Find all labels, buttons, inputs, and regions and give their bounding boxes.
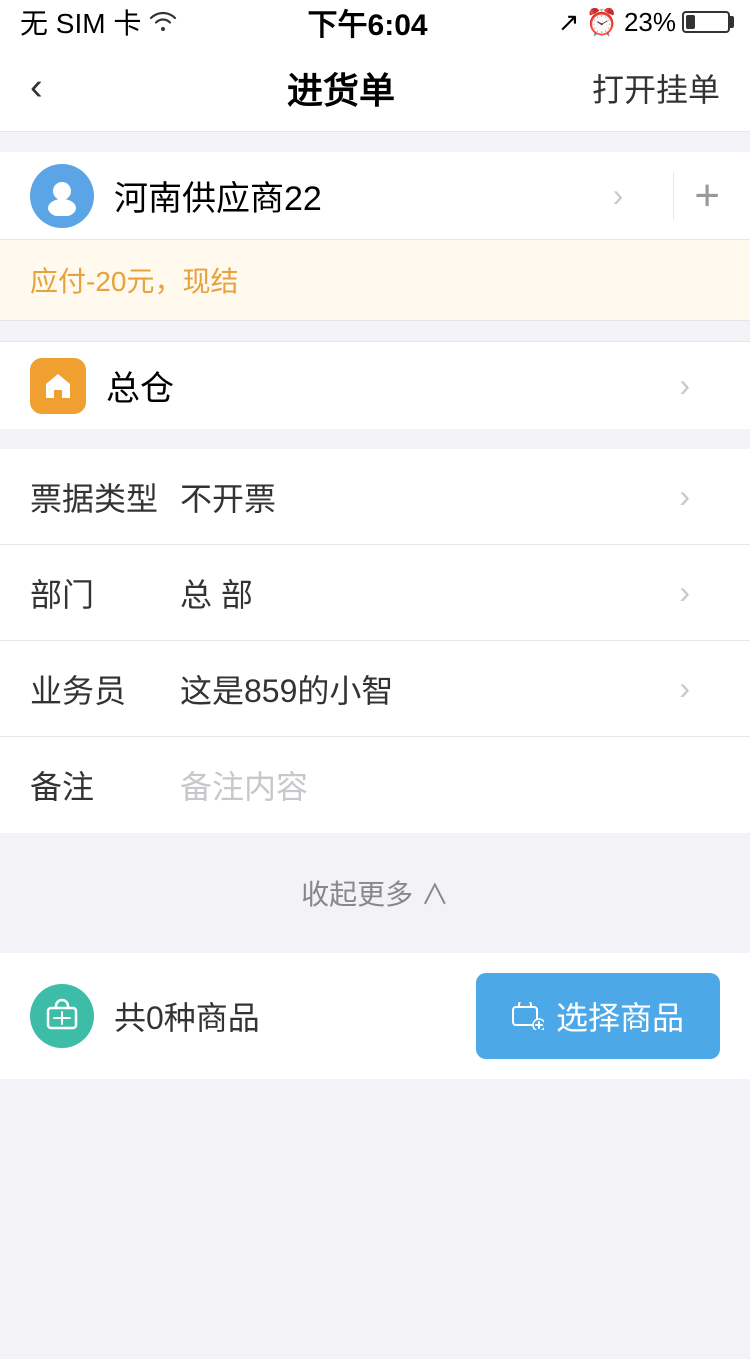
open-pending-button[interactable]: 打开挂单 xyxy=(592,65,720,111)
collapse-label: 收起更多 ∧ xyxy=(301,873,449,913)
location-icon: ↗ xyxy=(558,7,580,38)
form-section: 票据类型 不开票 › 部门 总 部 › 业务员 这是859的小智 › 备注 备注… xyxy=(0,449,750,833)
department-chevron-icon: › xyxy=(679,574,690,611)
supplier-divider xyxy=(673,172,674,220)
supplier-chevron-icon: › xyxy=(613,177,624,214)
alarm-icon: ⏰ xyxy=(586,7,618,38)
department-label: 部门 xyxy=(30,570,160,616)
status-time: 下午6:04 xyxy=(308,0,428,44)
status-right: ↗ ⏰ 23% xyxy=(558,7,730,38)
salesperson-value: 这是859的小智 xyxy=(160,666,679,712)
collapse-button[interactable]: 收起更多 ∧ xyxy=(0,853,750,933)
product-icon xyxy=(30,984,94,1048)
supplier-left: 河南供应商22 xyxy=(30,164,613,228)
status-bar: 无 SIM 卡 下午6:04 ↗ ⏰ 23% xyxy=(0,0,750,44)
select-product-label: 选择商品 xyxy=(556,993,684,1039)
department-value: 总 部 xyxy=(160,570,679,616)
add-supplier-button[interactable]: + xyxy=(694,171,720,221)
main-content: 河南供应商22 › + 应付-20元，现结 总仓 › 票据类型 不开票 › xyxy=(0,152,750,1359)
remark-row[interactable]: 备注 备注内容 xyxy=(0,737,750,833)
wifi-icon xyxy=(149,6,177,38)
remark-label: 备注 xyxy=(30,762,160,808)
invoice-type-label: 票据类型 xyxy=(30,474,160,520)
supplier-avatar xyxy=(30,164,94,228)
invoice-type-row[interactable]: 票据类型 不开票 › xyxy=(0,449,750,545)
salesperson-row[interactable]: 业务员 这是859的小智 › xyxy=(0,641,750,737)
notice-banner: 应付-20元，现结 xyxy=(0,240,750,321)
warehouse-section[interactable]: 总仓 › xyxy=(0,341,750,429)
battery-percent: 23% xyxy=(624,7,676,38)
salesperson-chevron-icon: › xyxy=(679,670,690,707)
select-product-button[interactable]: 选择商品 xyxy=(476,973,720,1059)
status-left: 无 SIM 卡 xyxy=(20,2,177,42)
page-title: 进货单 xyxy=(287,62,395,114)
gray-fill-area xyxy=(0,1079,750,1359)
invoice-type-chevron-icon: › xyxy=(679,478,690,515)
invoice-type-value: 不开票 xyxy=(160,474,679,520)
battery-icon xyxy=(682,11,730,33)
salesperson-label: 业务员 xyxy=(30,666,160,712)
remark-input[interactable]: 备注内容 xyxy=(160,762,720,808)
notice-text: 应付-20元，现结 xyxy=(30,266,238,297)
nav-bar: ‹ 进货单 打开挂单 xyxy=(0,44,750,132)
bottom-bar: 共0种商品 选择商品 xyxy=(0,953,750,1079)
warehouse-name: 总仓 xyxy=(106,361,679,410)
supplier-section: 河南供应商22 › + 应付-20元，现结 xyxy=(0,152,750,321)
product-count-label: 共0种商品 xyxy=(114,993,456,1039)
warehouse-chevron-icon: › xyxy=(679,367,690,404)
supplier-row[interactable]: 河南供应商22 › + xyxy=(0,152,750,240)
department-row[interactable]: 部门 总 部 › xyxy=(0,545,750,641)
back-button[interactable]: ‹ xyxy=(30,66,90,109)
warehouse-row[interactable]: 总仓 › xyxy=(0,341,750,429)
carrier-label: 无 SIM 卡 xyxy=(20,2,141,42)
warehouse-icon xyxy=(30,358,86,414)
supplier-name: 河南供应商22 xyxy=(114,171,322,220)
